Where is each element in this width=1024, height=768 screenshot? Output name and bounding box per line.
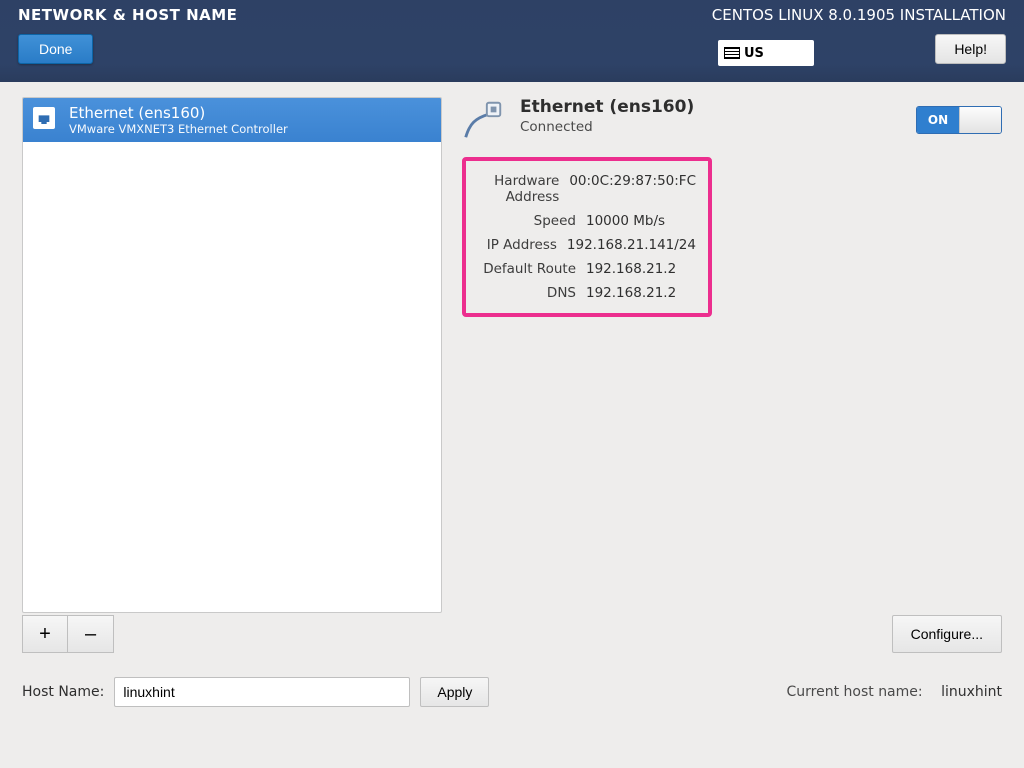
current-hostname: Current host name: linuxhint — [786, 684, 1002, 700]
detail-title: Ethernet (ens160) — [520, 97, 694, 117]
hostname-label: Host Name: — [22, 684, 104, 700]
row-dns: DNS 192.168.21.2 — [466, 281, 696, 305]
keyboard-icon — [724, 47, 740, 59]
remove-interface-button[interactable]: – — [68, 615, 114, 653]
hostname-row: Host Name: Apply Current host name: linu… — [22, 677, 1002, 707]
add-interface-button[interactable]: + — [22, 615, 68, 653]
help-button[interactable]: Help! — [935, 34, 1006, 64]
interface-subtitle: VMware VMXNET3 Ethernet Controller — [69, 122, 431, 136]
network-info-box: Hardware Address 00:0C:29:87:50:FC Speed… — [462, 157, 712, 317]
installer-title: CENTOS LINUX 8.0.1905 INSTALLATION — [712, 6, 1006, 24]
ethernet-icon — [33, 107, 55, 129]
row-speed: Speed 10000 Mb/s — [466, 209, 696, 233]
interface-add-remove: + – — [22, 615, 114, 653]
row-ip-address: IP Address 192.168.21.141/24 — [466, 233, 696, 257]
hostname-input[interactable] — [114, 677, 410, 707]
header: NETWORK & HOST NAME CENTOS LINUX 8.0.190… — [0, 0, 1024, 82]
row-default-route: Default Route 192.168.21.2 — [466, 257, 696, 281]
connection-status: Connected — [520, 119, 694, 135]
configure-button[interactable]: Configure... — [892, 615, 1002, 653]
current-hostname-value: linuxhint — [941, 684, 1002, 700]
toggle-on-label: ON — [917, 107, 959, 133]
page-title: NETWORK & HOST NAME — [18, 6, 237, 24]
main-content: Ethernet (ens160) VMware VMXNET3 Etherne… — [0, 82, 1024, 768]
row-hardware-address: Hardware Address 00:0C:29:87:50:FC — [466, 169, 696, 209]
interface-list[interactable]: Ethernet (ens160) VMware VMXNET3 Etherne… — [22, 97, 442, 613]
toggle-knob — [959, 107, 1001, 133]
interface-item-ens160[interactable]: Ethernet (ens160) VMware VMXNET3 Etherne… — [23, 98, 441, 142]
keyboard-layout-indicator[interactable]: US — [718, 40, 814, 66]
keyboard-layout-label: US — [744, 46, 764, 61]
done-button[interactable]: Done — [18, 34, 93, 64]
interface-name: Ethernet (ens160) — [69, 104, 431, 122]
current-hostname-label: Current host name: — [786, 684, 922, 700]
network-cable-icon — [460, 97, 506, 143]
interface-enable-toggle[interactable]: ON — [916, 106, 1002, 134]
apply-hostname-button[interactable]: Apply — [420, 677, 489, 707]
